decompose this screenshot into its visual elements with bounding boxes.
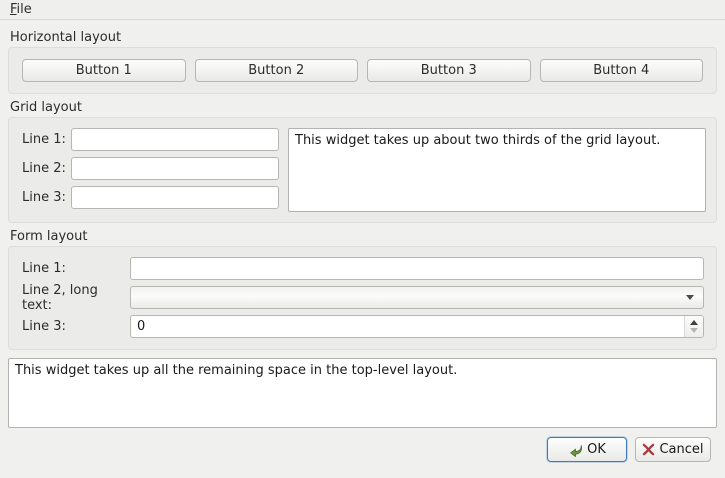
form-line2-label: Line 2, long text: (22, 282, 98, 313)
grid-layout-title: Grid layout (10, 100, 82, 115)
form-layout-title: Form layout (10, 229, 88, 244)
grid-line3-input[interactable] (71, 186, 279, 209)
cancel-button-label: Cancel (659, 442, 704, 457)
spin-up-icon[interactable] (690, 320, 698, 325)
grid-layout-group: Line 1: Line 2: Line 3: This widget take… (8, 117, 717, 223)
grid-line2-input[interactable] (71, 157, 279, 180)
spinbox-stepper[interactable] (684, 316, 703, 337)
bottom-textedit[interactable]: This widget takes up all the remaining s… (8, 358, 717, 428)
grid-line2-label: Line 2: (22, 161, 66, 176)
button-3[interactable]: Button 3 (367, 59, 531, 82)
form-line1-label: Line 1: (22, 261, 66, 276)
horizontal-layout-group: Button 1 Button 2 Button 3 Button 4 (8, 47, 717, 94)
button-2[interactable]: Button 2 (194, 59, 358, 82)
chevron-down-icon (686, 295, 694, 300)
spinbox-value-input[interactable] (131, 316, 684, 337)
dialog-body: Horizontal layout Button 1 Button 2 Butt… (0, 20, 725, 478)
ok-button[interactable]: OK (547, 437, 627, 462)
cancel-button[interactable]: Cancel (635, 437, 711, 462)
form-line2-combobox[interactable] (130, 286, 704, 309)
grid-line1-input[interactable] (71, 128, 279, 151)
form-line1-input[interactable] (130, 257, 704, 280)
menu-bar: File (0, 0, 725, 20)
ok-arrow-icon (568, 443, 583, 457)
form-line3-label: Line 3: (22, 319, 66, 334)
form-layout-group: Line 1: Line 2, long text: Line 3: (8, 246, 717, 350)
button-4[interactable]: Button 4 (539, 59, 703, 82)
grid-left-column: Line 1: Line 2: Line 3: (22, 128, 279, 211)
horizontal-layout-title: Horizontal layout (10, 30, 122, 45)
grid-textedit[interactable]: This widget takes up about two thirds of… (288, 128, 706, 212)
ok-button-label: OK (587, 442, 606, 457)
form-line3-spinbox[interactable] (130, 315, 704, 338)
spin-down-icon[interactable] (690, 328, 698, 333)
menu-file-rest: ile (16, 1, 32, 17)
button-1[interactable]: Button 1 (22, 59, 186, 82)
dialog-button-row: OK Cancel (8, 428, 717, 470)
grid-line3-label: Line 3: (22, 190, 66, 205)
menu-file[interactable]: File (0, 1, 40, 19)
cancel-x-icon (642, 443, 655, 456)
grid-line1-label: Line 1: (22, 132, 66, 147)
